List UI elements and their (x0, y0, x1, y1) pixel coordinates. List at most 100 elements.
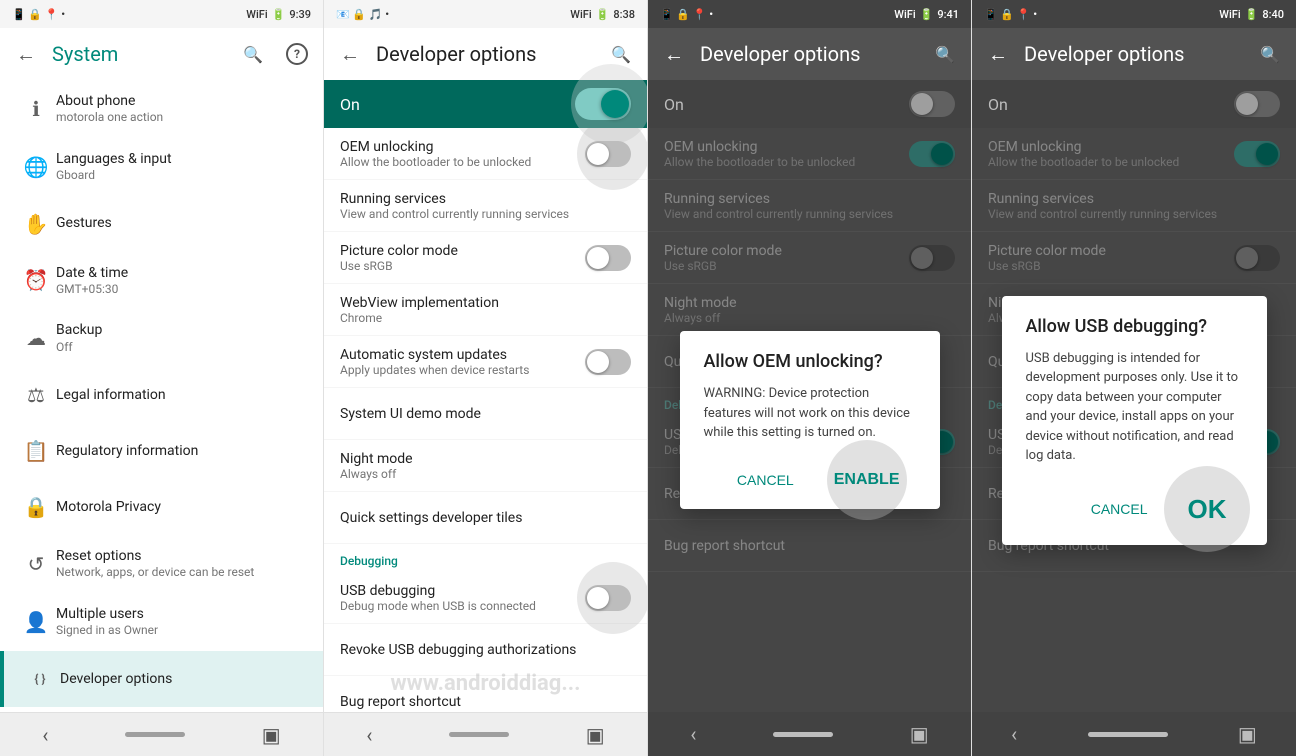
autoupdate-toggle[interactable] (585, 349, 631, 375)
autoupdate-title: Automatic system updates (340, 347, 585, 363)
status-icons-left-3: 📱 🔒 📍 • (660, 8, 713, 21)
back-button-2[interactable]: ← (332, 36, 368, 72)
autoupdate-toggle-knob (587, 351, 609, 373)
nav-home-2[interactable] (449, 732, 509, 737)
developer-main-toggle[interactable] (575, 88, 631, 120)
nav-back-btn-2[interactable]: ‹ (358, 715, 380, 755)
sidebar-item-users[interactable]: 👤 Multiple users Signed in as Owner (0, 593, 323, 651)
page-title-3: Developer options (700, 42, 919, 66)
running-services-item[interactable]: Running services View and control curren… (324, 180, 647, 232)
status-bar-1: 📱 🔒 📍 • WiFi 🔋 9:39 (0, 0, 323, 28)
oem-toggle[interactable] (585, 141, 631, 167)
uidemo-item[interactable]: System UI demo mode (324, 388, 647, 440)
reset-icon: ↺ (16, 552, 56, 576)
usb-dialog-actions: Cancel OK (1026, 482, 1243, 537)
notification-icons-1: 📱 🔒 📍 • (12, 8, 65, 21)
oem-text: OEM unlocking Allow the bootloader to be… (340, 139, 585, 169)
wifi-icon-2: WiFi (570, 8, 591, 21)
sidebar-item-legal[interactable]: ⚖ Legal information (0, 367, 323, 423)
autoupdate-subtitle: Apply updates when device restarts (340, 363, 585, 377)
nav-recent-btn-3[interactable]: ▣ (902, 714, 937, 754)
sidebar-item-about[interactable]: ℹ About phone motorola one action (0, 80, 323, 138)
running-title: Running services (340, 191, 631, 207)
status-icons-left-4: 📱 🔒 📍 • (984, 8, 1037, 21)
developer-toggle-4[interactable] (1234, 91, 1280, 117)
nav-back-btn-4[interactable]: ‹ (1003, 714, 1025, 754)
sidebar-item-updates[interactable]: 📱 System updates Updated to Android 9 (0, 707, 323, 712)
back-button-1[interactable]: ← (8, 36, 44, 72)
privacy-text: Motorola Privacy (56, 498, 307, 516)
sidebar-item-gestures[interactable]: ✋ Gestures (0, 196, 323, 252)
panel-usb-dialog: 📱 🔒 📍 • WiFi 🔋 8:40 ← Developer options … (972, 0, 1296, 756)
oem-cancel-button[interactable]: Cancel (721, 463, 810, 497)
nav-recent-btn-2[interactable]: ▣ (578, 715, 613, 755)
usbdebug-text: USB debugging Debug mode when USB is con… (340, 583, 585, 613)
back-button-3[interactable]: ← (656, 36, 692, 72)
sidebar-item-privacy[interactable]: 🔒 Motorola Privacy (0, 479, 323, 535)
time-4: 8:40 (1262, 8, 1284, 21)
regulatory-icon: 📋 (16, 439, 56, 463)
nav-recent-btn-4[interactable]: ▣ (1230, 714, 1265, 754)
help-button-1[interactable]: ? (279, 36, 315, 72)
about-icon: ℹ (16, 97, 56, 121)
usbdebug-subtitle: Debug mode when USB is connected (340, 599, 585, 613)
nav-back-btn-1[interactable]: ‹ (34, 715, 56, 755)
developer-toggle-area (575, 88, 631, 120)
usb-debug-item[interactable]: USB debugging Debug mode when USB is con… (324, 572, 647, 624)
nav-bar-2: ‹ ▣ (324, 712, 647, 756)
usbdebug-title: USB debugging (340, 583, 585, 599)
users-subtitle: Signed in as Owner (56, 623, 307, 639)
usb-toggle[interactable] (585, 585, 631, 611)
nav-bar-4: ‹ ▣ (972, 712, 1296, 756)
developer-toggle-3[interactable] (909, 91, 955, 117)
datetime-text: Date & time GMT+05:30 (56, 264, 307, 298)
night-mode-item[interactable]: Night mode Always off (324, 440, 647, 492)
status-icons-right-4: WiFi 🔋 8:40 (1219, 8, 1284, 21)
search-button-1[interactable]: 🔍 (235, 36, 271, 72)
status-icons-right-1: WiFi 🔋 9:39 (246, 8, 311, 21)
privacy-icon: 🔒 (16, 495, 56, 519)
quick-tiles-item[interactable]: Quick settings developer tiles (324, 492, 647, 544)
nav-home-3[interactable] (773, 732, 833, 737)
back-button-4[interactable]: ← (980, 36, 1016, 72)
panel-developer-options: 📧 🔒 🎵 • WiFi 🔋 8:38 ← Developer options … (324, 0, 648, 756)
sidebar-item-languages[interactable]: 🌐 Languages & input Gboard (0, 138, 323, 196)
sidebar-item-backup[interactable]: ☁ Backup Off (0, 309, 323, 367)
search-button-3[interactable]: 🔍 (927, 36, 963, 72)
dimmed-content-4: OEM unlocking Allow the bootloader to be… (972, 128, 1296, 712)
sidebar-item-datetime[interactable]: ⏰ Date & time GMT+05:30 (0, 252, 323, 310)
webview-text: WebView implementation Chrome (340, 295, 631, 325)
autoupdate-text: Automatic system updates Apply updates w… (340, 347, 585, 377)
nav-home-1[interactable] (125, 732, 185, 737)
usb-ok-button[interactable]: OK (1172, 486, 1243, 533)
usb-cancel-button[interactable]: Cancel (1075, 486, 1164, 533)
dimmed-content-3: OEM unlocking Allow the bootloader to be… (648, 128, 971, 712)
auto-update-item[interactable]: Automatic system updates Apply updates w… (324, 336, 647, 388)
back-icon-2: ← (340, 42, 360, 67)
nav-home-4[interactable] (1088, 732, 1168, 737)
back-icon-3: ← (664, 42, 684, 67)
sidebar-item-regulatory[interactable]: 📋 Regulatory information (0, 423, 323, 479)
languages-icon: 🌐 (16, 155, 56, 179)
nav-back-btn-3[interactable]: ‹ (682, 714, 704, 754)
languages-text: Languages & input Gboard (56, 150, 307, 184)
sidebar-item-reset[interactable]: ↺ Reset options Network, apps, or device… (0, 535, 323, 593)
developer-toggle-label-4: On (988, 95, 1008, 114)
bug-report-item[interactable]: Bug report shortcut (324, 676, 647, 712)
nav-recent-btn-1[interactable]: ▣ (254, 715, 289, 755)
webview-item[interactable]: WebView implementation Chrome (324, 284, 647, 336)
oem-toggle-area (585, 141, 631, 167)
color-mode-item[interactable]: Picture color mode Use sRGB (324, 232, 647, 284)
gestures-text: Gestures (56, 214, 307, 232)
oem-unlocking-item[interactable]: OEM unlocking Allow the bootloader to be… (324, 128, 647, 180)
users-icon: 👤 (16, 610, 56, 634)
sidebar-item-developer[interactable]: { } Developer options (0, 651, 323, 707)
languages-subtitle: Gboard (56, 168, 307, 184)
search-button-4[interactable]: 🔍 (1252, 36, 1288, 72)
revoke-usb-item[interactable]: Revoke USB debugging authorizations (324, 624, 647, 676)
colormode-toggle[interactable] (585, 245, 631, 271)
oem-enable-button[interactable]: Enable (818, 463, 916, 497)
legal-text: Legal information (56, 386, 307, 404)
backup-icon: ☁ (16, 326, 56, 350)
usb-dialog: Allow USB debugging? USB debugging is in… (1002, 296, 1267, 545)
